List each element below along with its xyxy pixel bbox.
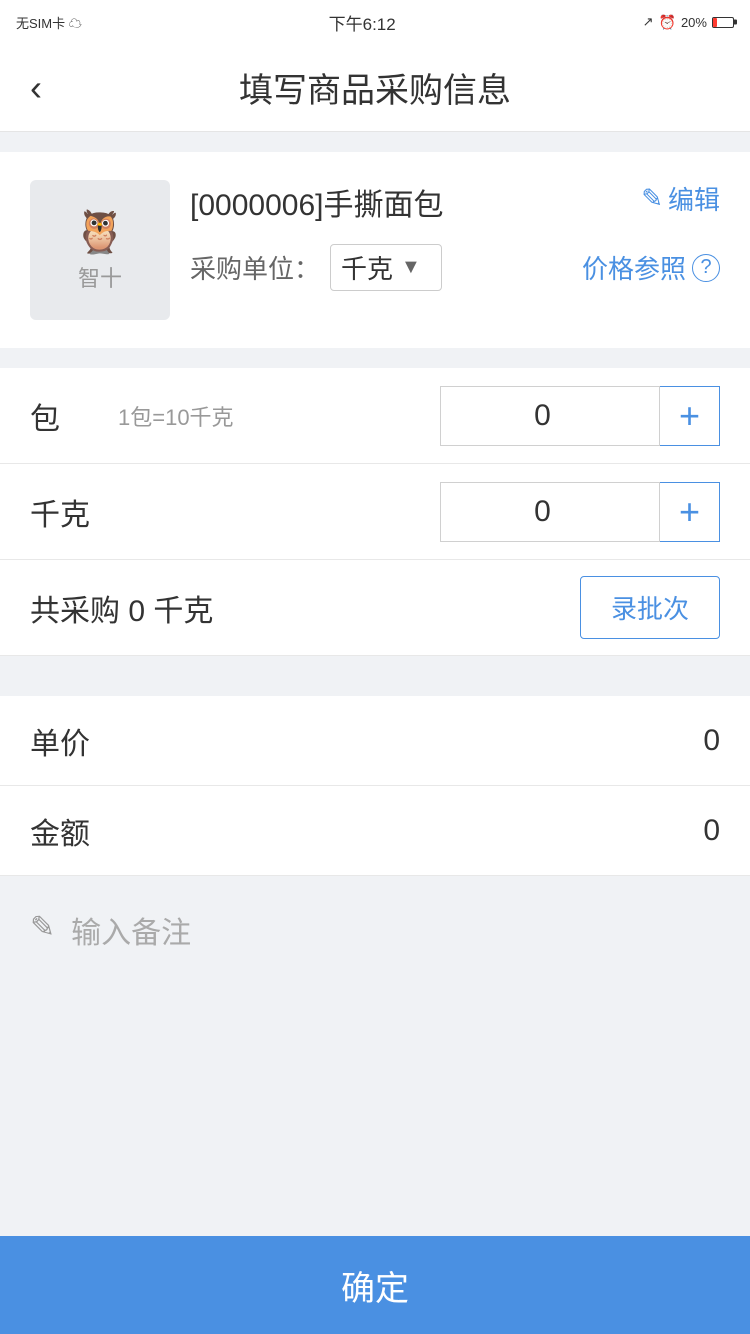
unit-label: 采购单位： (190, 249, 320, 286)
bao-plus-button[interactable]: + (660, 386, 720, 446)
status-bar: 无SIM卡 ☁ 下午6:12 ↗ ⏰ 20% (0, 0, 750, 44)
page-title: 填写商品采购信息 (239, 63, 511, 112)
amount-row: 金额 0 (0, 786, 750, 876)
amount-label: 金额 (30, 809, 90, 853)
summary-text: 共采购 0 千克 (30, 586, 213, 630)
section-divider-2 (0, 656, 750, 676)
amount-value: 0 (703, 814, 720, 848)
kg-input-row: 千克 + (0, 464, 750, 560)
batch-button[interactable]: 录批次 (580, 576, 720, 639)
edit-icon: ✎ (641, 183, 663, 214)
alarm-icon: ⏰ (659, 14, 676, 31)
product-image: 🦉 智十 (30, 180, 170, 320)
summary-row: 共采购 0 千克 录批次 (0, 560, 750, 656)
unit-price-label: 单价 (30, 719, 90, 763)
product-id: [0000006] (190, 189, 323, 222)
edit-button[interactable]: ✎ 编辑 (641, 180, 720, 217)
product-logo: 🦉 智十 (30, 180, 170, 320)
unit-price-value: 0 (703, 724, 720, 758)
battery-fill (713, 18, 717, 27)
battery-bar (712, 17, 734, 28)
pencil-icon: ✎ (30, 910, 55, 945)
remark-section[interactable]: ✎ 输入备注 (0, 878, 750, 998)
logo-text: 智十 (78, 261, 122, 293)
product-name: [0000006]手撕面包 (190, 180, 443, 224)
price-ref-help-icon: ? (692, 254, 720, 282)
unit-selector-group: 采购单位： 千克 ▼ (190, 244, 442, 291)
price-ref-label: 价格参照 (582, 249, 686, 286)
remark-input[interactable]: 输入备注 (71, 908, 191, 952)
quantity-section: 包 1包=10千克 + 千克 + 共采购 0 千克 录批次 (0, 368, 750, 656)
kg-label: 千克 (30, 490, 110, 534)
price-reference-button[interactable]: 价格参照 ? (582, 249, 720, 286)
nav-bar: ‹ 填写商品采购信息 (0, 44, 750, 132)
no-sim-label: 无SIM卡 ☁ (16, 13, 82, 32)
location-icon: ↗ (643, 14, 654, 30)
bao-sub-label: 1包=10千克 (118, 400, 234, 432)
product-header: [0000006]手撕面包 ✎ 编辑 (190, 180, 720, 224)
confirm-button[interactable]: 确定 (0, 1236, 750, 1334)
product-unit-row: 采购单位： 千克 ▼ 价格参照 ? (190, 244, 720, 291)
price-section: 单价 0 金额 0 (0, 696, 750, 876)
section-divider-1 (0, 348, 750, 368)
back-button[interactable]: ‹ (30, 67, 42, 109)
status-right: ↗ ⏰ 20% (643, 14, 734, 31)
bao-label: 包 (30, 394, 110, 438)
status-time: 下午6:12 (329, 10, 396, 35)
dropdown-arrow-icon: ▼ (401, 256, 421, 279)
kg-input-group: + (440, 482, 720, 542)
owl-icon: 🦉 (74, 208, 126, 257)
kg-plus-button[interactable]: + (660, 482, 720, 542)
product-info: [0000006]手撕面包 ✎ 编辑 采购单位： 千克 ▼ 价格参照 ? (190, 180, 720, 291)
product-card: 🦉 智十 [0000006]手撕面包 ✎ 编辑 采购单位： 千克 ▼ 价格参照 (0, 152, 750, 348)
bao-input[interactable] (440, 386, 660, 446)
bao-input-group: + (440, 386, 720, 446)
status-left: 无SIM卡 ☁ (16, 13, 82, 32)
bao-input-row: 包 1包=10千克 + (0, 368, 750, 464)
product-title: 手撕面包 (323, 189, 443, 222)
edit-label: 编辑 (668, 180, 720, 217)
battery-text: 20% (681, 15, 707, 30)
unit-price-row: 单价 0 (0, 696, 750, 786)
unit-value: 千克 (341, 249, 393, 286)
unit-select[interactable]: 千克 ▼ (330, 244, 442, 291)
confirm-label: 确定 (341, 1261, 409, 1310)
kg-input[interactable] (440, 482, 660, 542)
battery-indicator (712, 17, 734, 28)
